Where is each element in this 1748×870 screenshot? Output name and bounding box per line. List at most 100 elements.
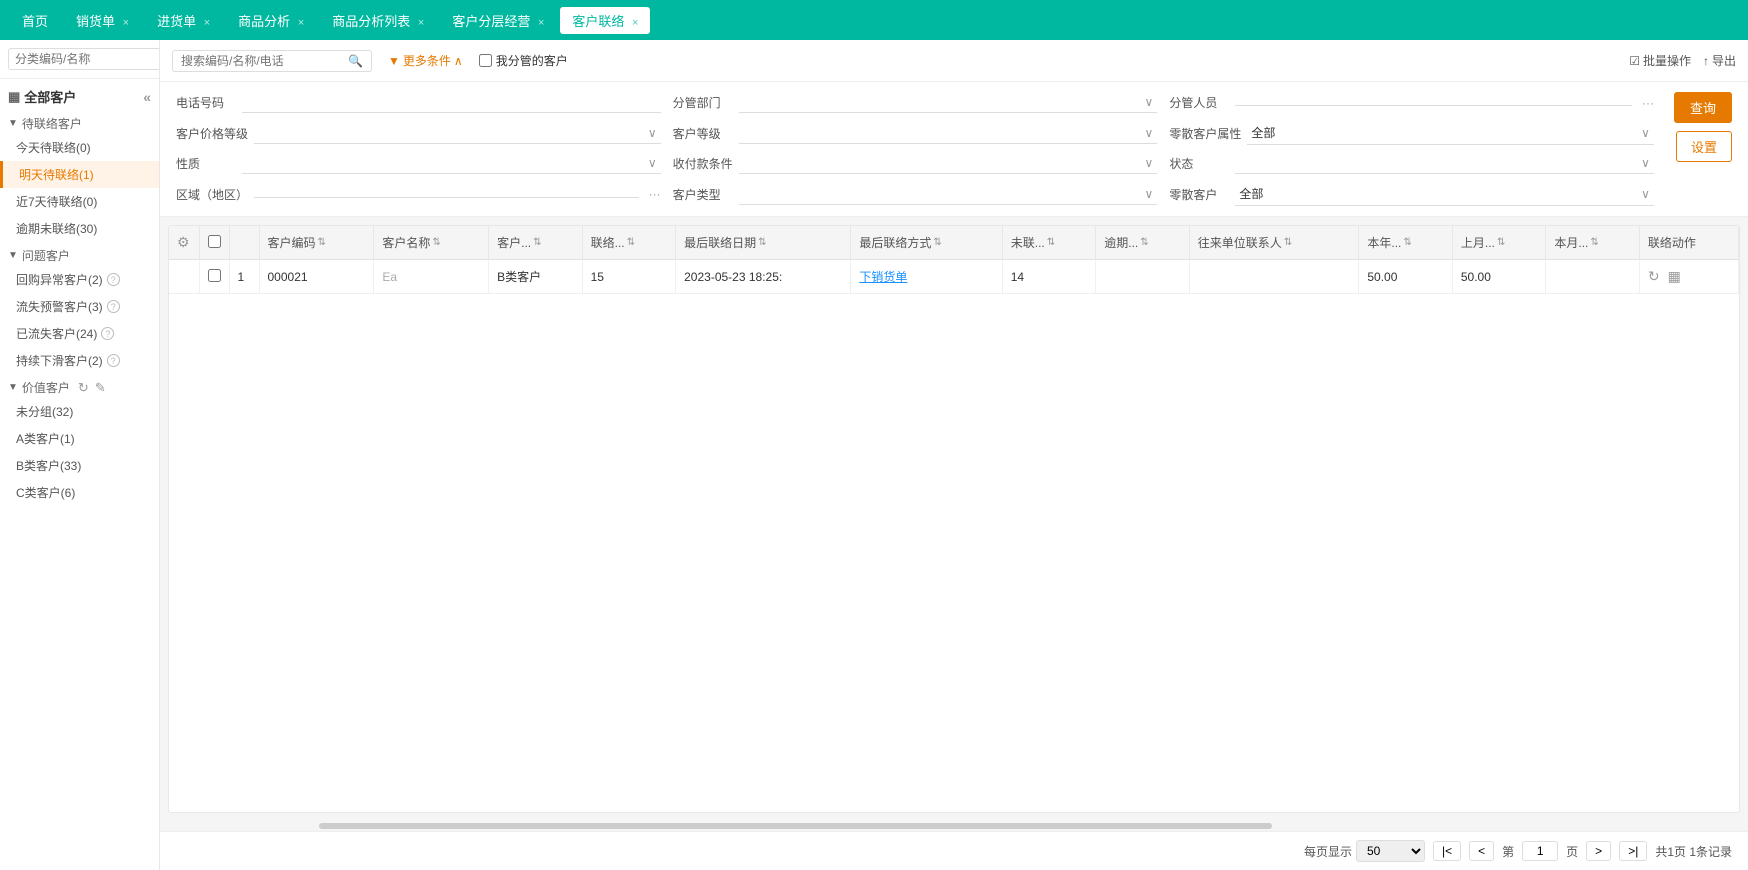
last-page-button[interactable]: >|	[1619, 841, 1647, 861]
col-checkbox[interactable]	[199, 226, 229, 260]
sidebar-item-overdue-contact[interactable]: 逾期未联络(30)	[0, 215, 159, 242]
action-refresh-icon[interactable]: ↻	[1648, 268, 1660, 285]
col-this-year[interactable]: 本年... ⇅	[1359, 226, 1453, 260]
sidebar-item-declining[interactable]: 持续下滑客户(2) ?	[0, 347, 159, 374]
total-records: 共1页 1条记录	[1655, 843, 1732, 860]
nav-close-purchase-order[interactable]: ×	[204, 17, 210, 29]
settings-button[interactable]: 设置	[1676, 131, 1732, 162]
main-search-input[interactable]	[181, 54, 348, 68]
refresh-icon[interactable]: ↻	[78, 380, 89, 396]
scrollbar-thumb[interactable]	[319, 823, 1272, 829]
customer-grade-select[interactable]: ∨	[739, 123, 1158, 144]
select-all-checkbox[interactable]	[208, 235, 221, 248]
filter-cell-customer-type: 客户类型 ∨	[673, 184, 1170, 205]
col-settings[interactable]: ⚙	[169, 226, 199, 260]
my-customers-checkbox[interactable]	[479, 54, 492, 67]
my-customers-checkbox-area[interactable]: 我分管的客户	[479, 52, 568, 69]
col-last-method[interactable]: 最后联络方式 ⇅	[851, 226, 1002, 260]
retail-customer-value: 全部	[1239, 185, 1263, 202]
info-icon[interactable]: ?	[107, 354, 120, 367]
search-icon[interactable]: 🔍	[348, 54, 363, 68]
filter-row-2: 客户价格等级 ∨ 客户等级 ∨	[176, 121, 1666, 145]
col-code[interactable]: 客户编码 ⇅	[259, 226, 374, 260]
sidebar-search-input[interactable]	[8, 48, 160, 70]
settings-icon[interactable]: ⚙	[177, 234, 190, 250]
sidebar-item-today-contact[interactable]: 今天待联络(0)	[0, 134, 159, 161]
all-customers-label: 全部客户	[24, 87, 76, 106]
horizontal-scrollbar[interactable]	[160, 821, 1748, 831]
search-box: 🔍	[172, 50, 372, 72]
row-overdue	[1096, 260, 1190, 294]
filter-row-1: 电话号码 分管部门 ∨ 分管人员	[176, 92, 1666, 113]
dept-filter-select[interactable]: ∨	[739, 92, 1158, 113]
row-last-date: 2023-05-23 18:25:	[676, 260, 851, 294]
col-name[interactable]: 客户名称 ⇅	[374, 226, 489, 260]
filter-cell-price-grade: 客户价格等级 ∨	[176, 123, 673, 144]
sort-icon: ⇅	[533, 237, 541, 248]
nav-customer-contact[interactable]: 客户联络 ×	[560, 7, 650, 34]
sort-icon: ⇅	[1047, 237, 1055, 248]
sidebar-item-loss-warning[interactable]: 流失预警客户(3) ?	[0, 293, 159, 320]
info-icon[interactable]: ?	[107, 300, 120, 313]
payment-select[interactable]: ∨	[739, 153, 1158, 174]
region-filter-dots[interactable]: ···	[649, 187, 661, 201]
customer-type-select[interactable]: ∨	[739, 184, 1158, 205]
manager-filter-dots[interactable]: ···	[1642, 96, 1654, 110]
col-last-date[interactable]: 最后联络日期 ⇅	[676, 226, 851, 260]
col-contact[interactable]: 联络... ⇅	[582, 226, 676, 260]
pending-contact-group-label: 待联络客户	[22, 115, 82, 132]
status-select[interactable]: ∨	[1235, 153, 1654, 174]
per-page-select[interactable]: 50 10 20 100	[1356, 840, 1425, 862]
more-filter-button[interactable]: ▼ 更多条件 ∧	[380, 48, 471, 73]
nav-home[interactable]: 首页	[10, 7, 60, 34]
first-page-button[interactable]: |<	[1433, 841, 1461, 861]
nav-purchase-order[interactable]: 进货单 ×	[145, 7, 222, 34]
row-checkbox-cell[interactable]	[199, 260, 229, 294]
query-button[interactable]: 查询	[1674, 92, 1732, 123]
phone-filter-input[interactable]	[242, 92, 661, 113]
sidebar: 🔍 ▦ 全部客户 « ▼ 待联络客户 今天待联络(0) 明天待联络(1) 近7天…	[0, 40, 160, 870]
col-type[interactable]: 客户... ⇅	[489, 226, 583, 260]
nav-close-sales-order[interactable]: ×	[123, 17, 129, 29]
page-input[interactable]	[1522, 841, 1558, 861]
sidebar-item-ungrouped[interactable]: 未分组(32)	[0, 398, 159, 425]
sidebar-item-tomorrow-contact[interactable]: 明天待联络(1)	[0, 161, 159, 188]
info-icon[interactable]: ?	[107, 273, 120, 286]
edit-icon[interactable]: ✎	[95, 380, 106, 396]
last-method-link[interactable]: 下销货单	[859, 270, 907, 284]
nav-close-customer-layered[interactable]: ×	[538, 17, 544, 29]
arrow-icon: ▼	[8, 250, 18, 261]
nav-product-analysis-list[interactable]: 商品分析列表 ×	[320, 7, 436, 34]
sidebar-item-class-a[interactable]: A类客户(1)	[0, 425, 159, 452]
row-checkbox[interactable]	[208, 269, 221, 282]
arrow-icon: ▼	[8, 382, 18, 393]
nav-close-product-analysis-list[interactable]: ×	[418, 17, 424, 29]
nature-select[interactable]: ∨	[242, 153, 661, 174]
retail-customer-select[interactable]: 全部 ∨	[1235, 182, 1654, 206]
price-grade-select[interactable]: ∨	[254, 123, 661, 144]
action-grid-icon[interactable]: ▦	[1668, 268, 1681, 285]
nav-close-customer-contact[interactable]: ×	[632, 17, 638, 29]
nav-customer-layered[interactable]: 客户分层经营 ×	[440, 7, 556, 34]
sidebar-item-abnormal-repurchase[interactable]: 回购异常客户(2) ?	[0, 266, 159, 293]
export-button[interactable]: ↑ 导出	[1703, 52, 1736, 69]
info-icon[interactable]: ?	[101, 327, 114, 340]
retail-attr-select[interactable]: 全部 ∨	[1247, 121, 1654, 145]
prev-page-button[interactable]: <	[1469, 841, 1494, 861]
col-this-month[interactable]: 本月... ⇅	[1546, 226, 1640, 260]
batch-op-button[interactable]: ☑ 批量操作	[1629, 52, 1691, 69]
nav-close-product-analysis[interactable]: ×	[298, 17, 304, 29]
sidebar-collapse-btn[interactable]: «	[143, 89, 151, 105]
col-uncontacted[interactable]: 未联... ⇅	[1002, 226, 1096, 260]
col-last-month[interactable]: 上月... ⇅	[1452, 226, 1546, 260]
sidebar-item-lost[interactable]: 已流失客户(24) ?	[0, 320, 159, 347]
sidebar-item-class-b[interactable]: B类客户(33)	[0, 452, 159, 479]
nav-sales-order[interactable]: 销货单 ×	[64, 7, 141, 34]
nav-product-analysis[interactable]: 商品分析 ×	[226, 7, 316, 34]
col-overdue[interactable]: 逾期... ⇅	[1096, 226, 1190, 260]
filter-cell-region: 区域（地区） ···	[176, 186, 673, 203]
sidebar-item-class-c[interactable]: C类客户(6)	[0, 479, 159, 506]
sidebar-item-7days-contact[interactable]: 近7天待联络(0)	[0, 188, 159, 215]
next-page-button[interactable]: >	[1586, 841, 1611, 861]
col-unit-contact[interactable]: 往来单位联系人 ⇅	[1189, 226, 1359, 260]
